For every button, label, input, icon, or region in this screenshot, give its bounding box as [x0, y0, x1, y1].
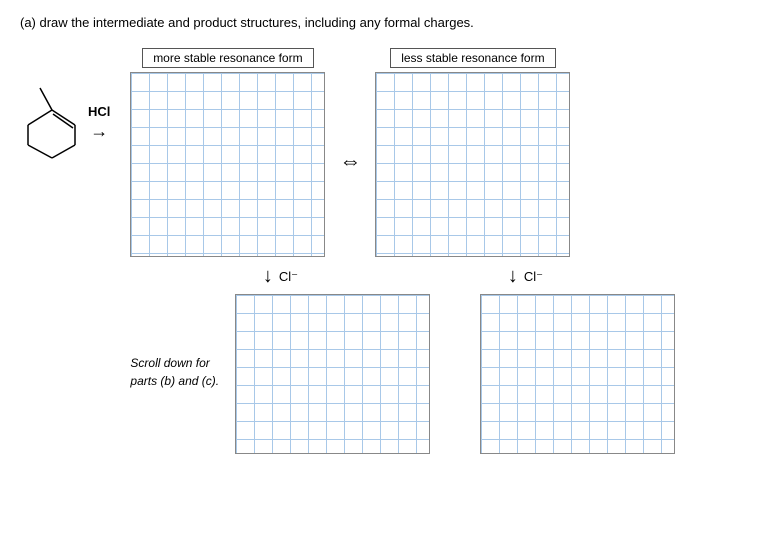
instruction-text: (a) draw the intermediate and product st…	[20, 15, 760, 30]
resonance-arrow-container: ⇔	[325, 48, 375, 174]
down-arrow-2: ↓	[508, 265, 518, 288]
bottom-grid-1-container	[235, 294, 430, 454]
down-arrow-item-2: ↓ Cl⁻	[428, 265, 623, 288]
scroll-section: Scroll down for parts (b) and (c).	[130, 294, 220, 390]
less-stable-container: less stable resonance form	[375, 48, 570, 257]
scroll-text: Scroll down for parts (b) and (c).	[130, 354, 220, 390]
bottom-grid-1[interactable]	[235, 294, 430, 454]
right-arrow: →	[90, 121, 108, 142]
hcl-label: HCl	[88, 104, 110, 119]
less-stable-label: less stable resonance form	[390, 48, 555, 68]
more-stable-container: more stable resonance form	[130, 48, 325, 257]
hcl-arrow-group: HCl →	[88, 104, 110, 142]
cl-label-1: Cl⁻	[279, 269, 298, 285]
bottom-grid-2[interactable]	[480, 294, 675, 454]
cl-label-2: Cl⁻	[524, 269, 543, 285]
more-stable-label: more stable resonance form	[142, 48, 313, 68]
molecule-structure	[20, 78, 80, 168]
less-stable-grid[interactable]	[375, 72, 570, 257]
resonance-arrow: ⇔	[339, 148, 361, 174]
down-arrows-row: ↓ Cl⁻ ↓ Cl⁻	[130, 265, 675, 288]
more-stable-grid[interactable]	[130, 72, 325, 257]
down-arrow-1: ↓	[263, 265, 273, 288]
down-arrow-item-1: ↓ Cl⁻	[183, 265, 378, 288]
bottom-grid-2-container	[480, 294, 675, 454]
